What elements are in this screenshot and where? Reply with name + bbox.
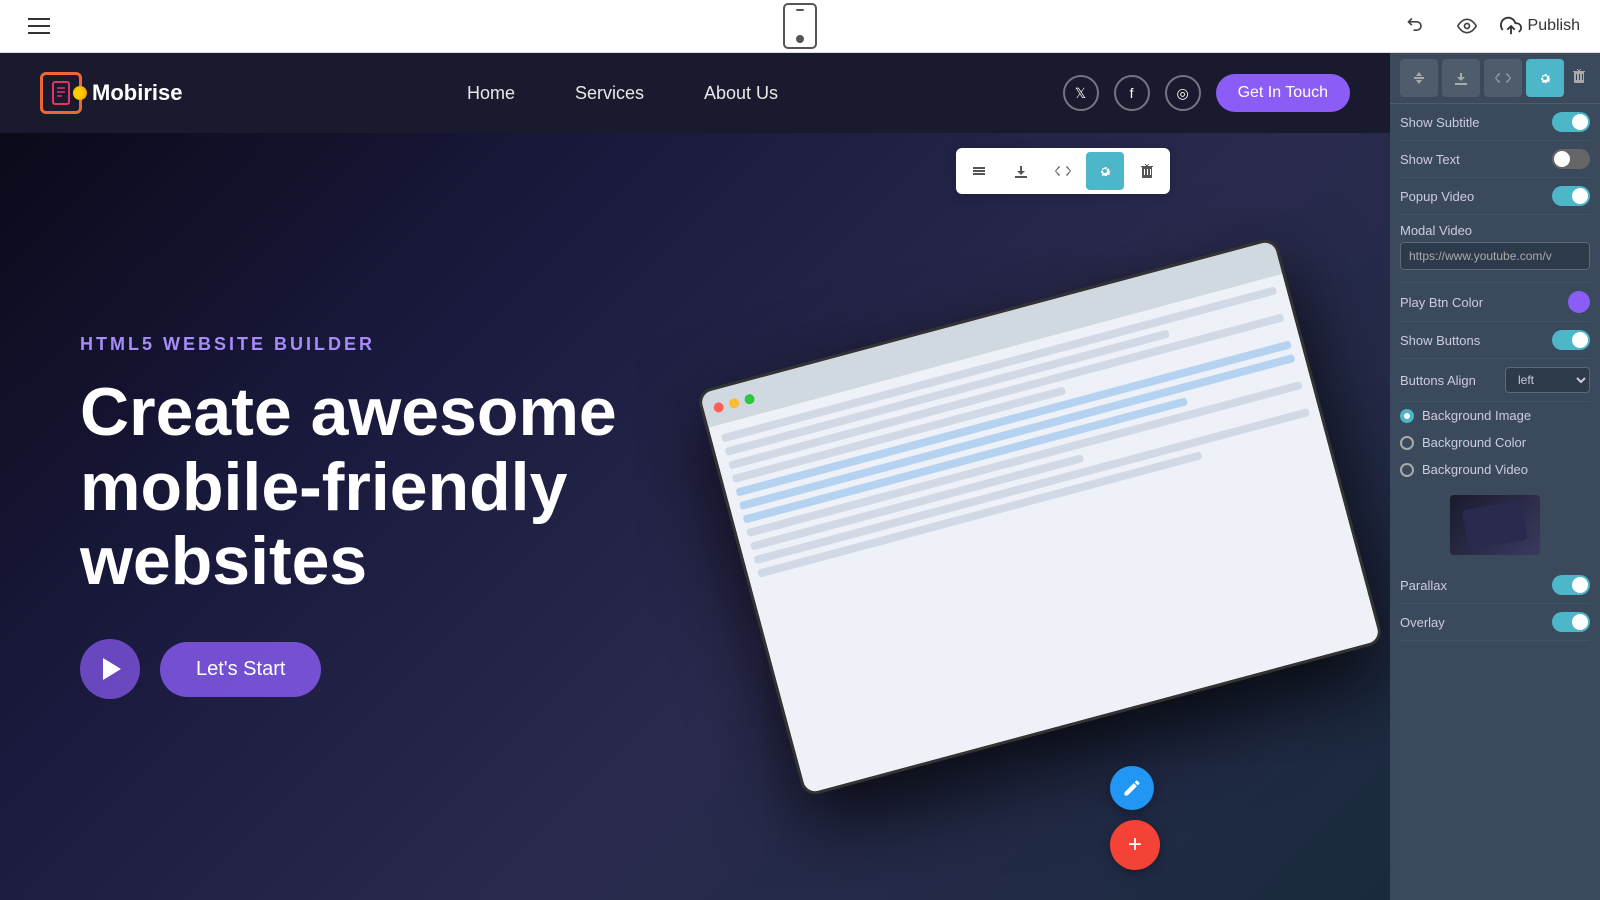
bg-image-radio[interactable]	[1400, 409, 1414, 423]
main-area: Mobirise Home Services About Us 𝕏 f ◎ Ge…	[0, 53, 1600, 900]
nav-home[interactable]: Home	[467, 83, 515, 104]
popup-video-label: Popup Video	[1400, 189, 1474, 204]
hamburger-button[interactable]	[20, 14, 58, 38]
bg-thumbnail-container	[1400, 483, 1590, 567]
bg-image-row: Background Image	[1400, 402, 1590, 429]
hero-title-line1: Create awesome	[80, 374, 617, 450]
hero-subtitle: HTML5 WEBSITE BUILDER	[80, 334, 780, 355]
preview-area: Mobirise Home Services About Us 𝕏 f ◎ Ge…	[0, 53, 1390, 900]
delete-section-button[interactable]	[1128, 152, 1166, 190]
panel-code-tab[interactable]	[1484, 59, 1522, 97]
hero-title: Create awesome mobile-friendly websites	[80, 375, 780, 599]
show-buttons-label: Show Buttons	[1400, 333, 1480, 348]
popup-video-row: Popup Video	[1400, 178, 1590, 215]
play-button[interactable]	[80, 639, 140, 699]
bg-video-row: Background Video	[1400, 456, 1590, 483]
site-nav: Mobirise Home Services About Us 𝕏 f ◎ Ge…	[0, 53, 1390, 133]
add-fab-button[interactable]: +	[1110, 820, 1160, 870]
play-btn-color-row: Play Btn Color	[1400, 283, 1590, 322]
play-btn-color-label: Play Btn Color	[1400, 295, 1483, 310]
bg-image-label: Background Image	[1422, 408, 1531, 423]
overlay-label: Overlay	[1400, 615, 1445, 630]
logo-icon	[40, 72, 82, 114]
popup-video-toggle[interactable]	[1552, 186, 1590, 206]
show-subtitle-label: Show Subtitle	[1400, 115, 1480, 130]
bg-color-radio[interactable]	[1400, 436, 1414, 450]
play-btn-color-swatch[interactable]	[1568, 291, 1590, 313]
hero-content: HTML5 WEBSITE BUILDER Create awesome mob…	[80, 334, 780, 699]
nav-right: 𝕏 f ◎ Get In Touch	[1063, 74, 1350, 112]
bg-color-label: Background Color	[1422, 435, 1526, 450]
laptop-screen	[700, 240, 1381, 794]
panel-gear-tab[interactable]	[1526, 59, 1564, 97]
modal-video-label: Modal Video	[1400, 223, 1472, 238]
lets-start-button[interactable]: Let's Start	[160, 642, 321, 697]
hamburger-icon	[28, 18, 50, 34]
toolbar-left	[20, 14, 58, 38]
laptop-visual	[696, 236, 1384, 797]
reorder-button[interactable]	[960, 152, 998, 190]
show-buttons-toggle[interactable]	[1552, 330, 1590, 350]
facebook-icon[interactable]: f	[1114, 75, 1150, 111]
panel-download-tab[interactable]	[1442, 59, 1480, 97]
show-text-row: Show Text	[1400, 141, 1590, 178]
fab-container: +	[1110, 766, 1160, 870]
site-logo: Mobirise	[40, 72, 182, 114]
instagram-icon[interactable]: ◎	[1165, 75, 1201, 111]
undo-button[interactable]	[1398, 12, 1434, 40]
hero-title-line2: mobile-friendly websites	[80, 449, 567, 600]
twitter-icon[interactable]: 𝕏	[1063, 75, 1099, 111]
mobile-preview-icon[interactable]	[783, 3, 817, 49]
modal-video-row: Modal Video	[1400, 215, 1590, 283]
overlay-row: Overlay	[1400, 604, 1590, 641]
parallax-row: Parallax	[1400, 567, 1590, 604]
panel-reorder-tab[interactable]	[1400, 59, 1438, 97]
modal-video-input[interactable]	[1400, 242, 1590, 270]
overlay-toggle[interactable]	[1552, 612, 1590, 632]
bg-video-label: Background Video	[1422, 462, 1528, 477]
code-button[interactable]	[1044, 152, 1082, 190]
parallax-toggle[interactable]	[1552, 575, 1590, 595]
publish-button[interactable]: Publish	[1500, 15, 1580, 37]
get-in-touch-button[interactable]: Get In Touch	[1216, 74, 1350, 112]
publish-label: Publish	[1528, 17, 1580, 35]
edit-fab-button[interactable]	[1110, 766, 1154, 810]
panel-delete-tab[interactable]	[1568, 64, 1590, 93]
show-buttons-row: Show Buttons	[1400, 322, 1590, 359]
bg-thumbnail[interactable]	[1450, 495, 1540, 555]
toolbar-right: Publish	[1398, 12, 1580, 40]
laptop-body	[709, 273, 1381, 793]
gear-button[interactable]	[1086, 152, 1124, 190]
nav-links: Home Services About Us	[467, 83, 778, 104]
logo-text: Mobirise	[92, 80, 182, 106]
buttons-align-label: Buttons Align	[1400, 373, 1476, 388]
right-panel: Show Subtitle Show Text Popup Video Moda…	[1390, 53, 1600, 900]
section-toolbar	[956, 148, 1170, 194]
panel-toolbar-tabs	[1390, 53, 1600, 104]
show-text-label: Show Text	[1400, 152, 1460, 167]
download-button[interactable]	[1002, 152, 1040, 190]
thumbnail-laptop	[1462, 500, 1528, 550]
hero-buttons: Let's Start	[80, 639, 780, 699]
top-toolbar: Publish	[0, 0, 1600, 53]
hero-section: HTML5 WEBSITE BUILDER Create awesome mob…	[0, 133, 1390, 900]
nav-about[interactable]: About Us	[704, 83, 778, 104]
preview-button[interactable]	[1449, 12, 1485, 40]
toolbar-center	[783, 3, 817, 49]
panel-content: Show Subtitle Show Text Popup Video Moda…	[1390, 104, 1600, 900]
buttons-align-row: Buttons Align left center right	[1400, 359, 1590, 402]
bg-color-row: Background Color	[1400, 429, 1590, 456]
buttons-align-select[interactable]: left center right	[1505, 367, 1590, 393]
parallax-label: Parallax	[1400, 578, 1447, 593]
bg-video-radio[interactable]	[1400, 463, 1414, 477]
nav-services[interactable]: Services	[575, 83, 644, 104]
show-subtitle-row: Show Subtitle	[1400, 104, 1590, 141]
show-text-toggle[interactable]	[1552, 149, 1590, 169]
show-subtitle-toggle[interactable]	[1552, 112, 1590, 132]
